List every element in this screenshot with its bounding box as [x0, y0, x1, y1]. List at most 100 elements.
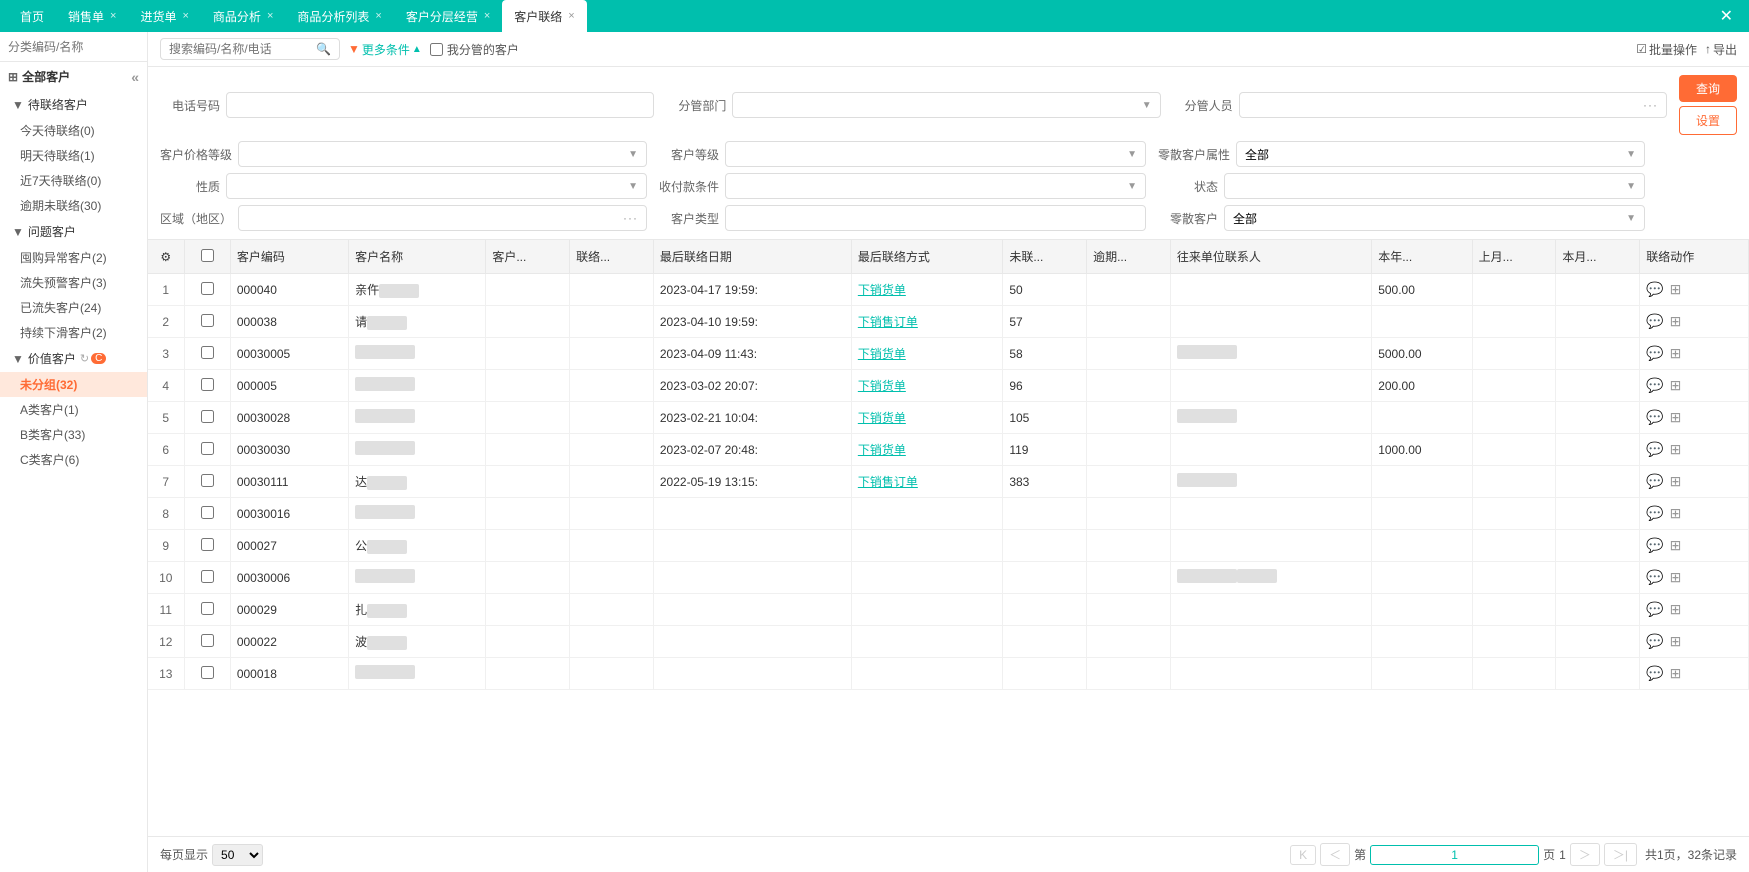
action-phone-icon[interactable]: 💬	[1646, 313, 1663, 330]
nav-customer-contact-close[interactable]: ×	[568, 10, 574, 22]
nav-customer-tier[interactable]: 客户分层经营 ×	[394, 0, 502, 32]
page-number-input[interactable]	[1370, 845, 1539, 865]
action-phone-icon[interactable]: 💬	[1646, 281, 1663, 298]
page-size-select[interactable]: 50 100 200	[212, 844, 263, 866]
my-customers-check[interactable]	[430, 43, 443, 56]
action-more-icon[interactable]: ⊞	[1670, 473, 1682, 490]
last-method-link[interactable]: 下销货单	[858, 347, 906, 361]
first-page-btn[interactable]: K	[1290, 845, 1316, 865]
action-more-icon[interactable]: ⊞	[1670, 537, 1682, 554]
action-phone-icon[interactable]: 💬	[1646, 377, 1663, 394]
sidebar-item-ungrouped[interactable]: 未分组(32)	[0, 372, 147, 397]
last-method-link[interactable]: 下销货单	[858, 411, 906, 425]
nav-product-list-close[interactable]: ×	[375, 10, 381, 22]
action-phone-icon[interactable]: 💬	[1646, 537, 1663, 554]
action-phone-icon[interactable]: 💬	[1646, 505, 1663, 522]
sidebar-item-class-a[interactable]: A类客户(1)	[0, 397, 147, 422]
filter-retail-attr-dropdown[interactable]: 全部 ▼	[1236, 141, 1645, 167]
filter-search-icon[interactable]: 🔍	[316, 42, 331, 56]
action-more-icon[interactable]: ⊞	[1670, 313, 1682, 330]
action-more-icon[interactable]: ⊞	[1670, 569, 1682, 586]
sidebar-item-class-b[interactable]: B类客户(33)	[0, 422, 147, 447]
nav-customer-contact[interactable]: 客户联络 ×	[502, 0, 586, 32]
sidebar-item-warning[interactable]: 流失预警客户(3)	[0, 270, 147, 295]
action-more-icon[interactable]: ⊞	[1670, 505, 1682, 522]
action-phone-icon[interactable]: 💬	[1646, 345, 1663, 362]
nav-sales-close[interactable]: ×	[110, 10, 116, 22]
sidebar-item-lost[interactable]: 已流失客户(24)	[0, 295, 147, 320]
row-checkbox[interactable]	[184, 594, 230, 626]
action-phone-icon[interactable]: 💬	[1646, 473, 1663, 490]
row-checkbox[interactable]	[184, 658, 230, 690]
nav-sales[interactable]: 销售单 ×	[56, 0, 128, 32]
sidebar-item-tomorrow[interactable]: 明天待联络(1)	[0, 143, 147, 168]
filter-payment-dropdown[interactable]: ▼	[725, 173, 1146, 199]
window-close-button[interactable]: ✕	[1712, 6, 1741, 26]
action-phone-icon[interactable]: 💬	[1646, 633, 1663, 650]
refresh-icon[interactable]: ↻	[80, 352, 89, 365]
all-customers-header[interactable]: ⊞ 全部客户 «	[0, 62, 147, 91]
last-method-link[interactable]: 下销货单	[858, 283, 906, 297]
reset-button[interactable]: 设置	[1679, 106, 1737, 135]
next-page-btn[interactable]: ＞	[1570, 843, 1600, 866]
action-phone-icon[interactable]: 💬	[1646, 601, 1663, 618]
filter-manager-input[interactable]: ···	[1239, 92, 1667, 118]
row-checkbox[interactable]	[184, 370, 230, 402]
action-phone-icon[interactable]: 💬	[1646, 665, 1663, 682]
sidebar-item-overdue[interactable]: 逾期未联络(30)	[0, 193, 147, 218]
nav-product-analysis[interactable]: 商品分析 ×	[201, 0, 285, 32]
action-more-icon[interactable]: ⊞	[1670, 281, 1682, 298]
action-phone-icon[interactable]: 💬	[1646, 409, 1663, 426]
last-page-btn[interactable]: ＞|	[1604, 843, 1637, 866]
row-checkbox[interactable]	[184, 466, 230, 498]
nav-purchase[interactable]: 进货单 ×	[128, 0, 200, 32]
filter-nature-dropdown[interactable]: ▼	[226, 173, 647, 199]
nav-product-list[interactable]: 商品分析列表 ×	[285, 0, 393, 32]
sidebar-group-value[interactable]: ▼ 价值客户 ↻ C	[0, 345, 147, 372]
row-checkbox[interactable]	[184, 498, 230, 530]
row-checkbox[interactable]	[184, 274, 230, 306]
sidebar-item-declining[interactable]: 持续下滑客户(2)	[0, 320, 147, 345]
nav-product-analysis-close[interactable]: ×	[267, 10, 273, 22]
prev-page-btn[interactable]: ＜	[1320, 843, 1350, 866]
select-all-checkbox[interactable]	[201, 249, 214, 262]
row-checkbox[interactable]	[184, 530, 230, 562]
action-phone-icon[interactable]: 💬	[1646, 441, 1663, 458]
nav-customer-tier-close[interactable]: ×	[484, 10, 490, 22]
action-phone-icon[interactable]: 💬	[1646, 569, 1663, 586]
filter-retail-dropdown[interactable]: 全部 ▼	[1224, 205, 1645, 231]
sidebar-search-input[interactable]	[8, 40, 148, 54]
filter-status-dropdown[interactable]: ▼	[1224, 173, 1645, 199]
row-checkbox[interactable]	[184, 562, 230, 594]
row-checkbox[interactable]	[184, 338, 230, 370]
nav-purchase-close[interactable]: ×	[182, 10, 188, 22]
last-method-link[interactable]: 下销货单	[858, 379, 906, 393]
sidebar-collapse-btn[interactable]: «	[131, 69, 139, 85]
row-checkbox[interactable]	[184, 306, 230, 338]
row-checkbox[interactable]	[184, 402, 230, 434]
sidebar-group-pending[interactable]: ▼ 待联络客户	[0, 91, 147, 118]
batch-op-button[interactable]: ☑ 批量操作	[1636, 41, 1697, 58]
export-button[interactable]: ↑ 导出	[1705, 41, 1737, 58]
row-checkbox[interactable]	[184, 626, 230, 658]
filter-dept-dropdown[interactable]: ▼	[732, 92, 1160, 118]
nav-home[interactable]: 首页	[8, 0, 56, 32]
action-more-icon[interactable]: ⊞	[1670, 345, 1682, 362]
sidebar-item-today[interactable]: 今天待联络(0)	[0, 118, 147, 143]
col-settings[interactable]: ⚙	[148, 240, 184, 274]
filter-customer-type-input[interactable]	[725, 205, 1146, 231]
last-method-link[interactable]: 下销售订单	[858, 475, 918, 489]
last-method-link[interactable]: 下销售订单	[858, 315, 918, 329]
action-more-icon[interactable]: ⊞	[1670, 665, 1682, 682]
action-more-icon[interactable]: ⊞	[1670, 441, 1682, 458]
more-conditions-btn[interactable]: ▼ 更多条件 ▲	[348, 41, 422, 58]
last-method-link[interactable]: 下销货单	[858, 443, 906, 457]
action-more-icon[interactable]: ⊞	[1670, 409, 1682, 426]
sidebar-item-7days[interactable]: 近7天待联络(0)	[0, 168, 147, 193]
sidebar-group-problem[interactable]: ▼ 问题客户	[0, 218, 147, 245]
filter-region-input[interactable]: ···	[238, 205, 647, 231]
action-more-icon[interactable]: ⊞	[1670, 601, 1682, 618]
action-more-icon[interactable]: ⊞	[1670, 377, 1682, 394]
filter-search-input[interactable]	[169, 42, 316, 56]
action-more-icon[interactable]: ⊞	[1670, 633, 1682, 650]
